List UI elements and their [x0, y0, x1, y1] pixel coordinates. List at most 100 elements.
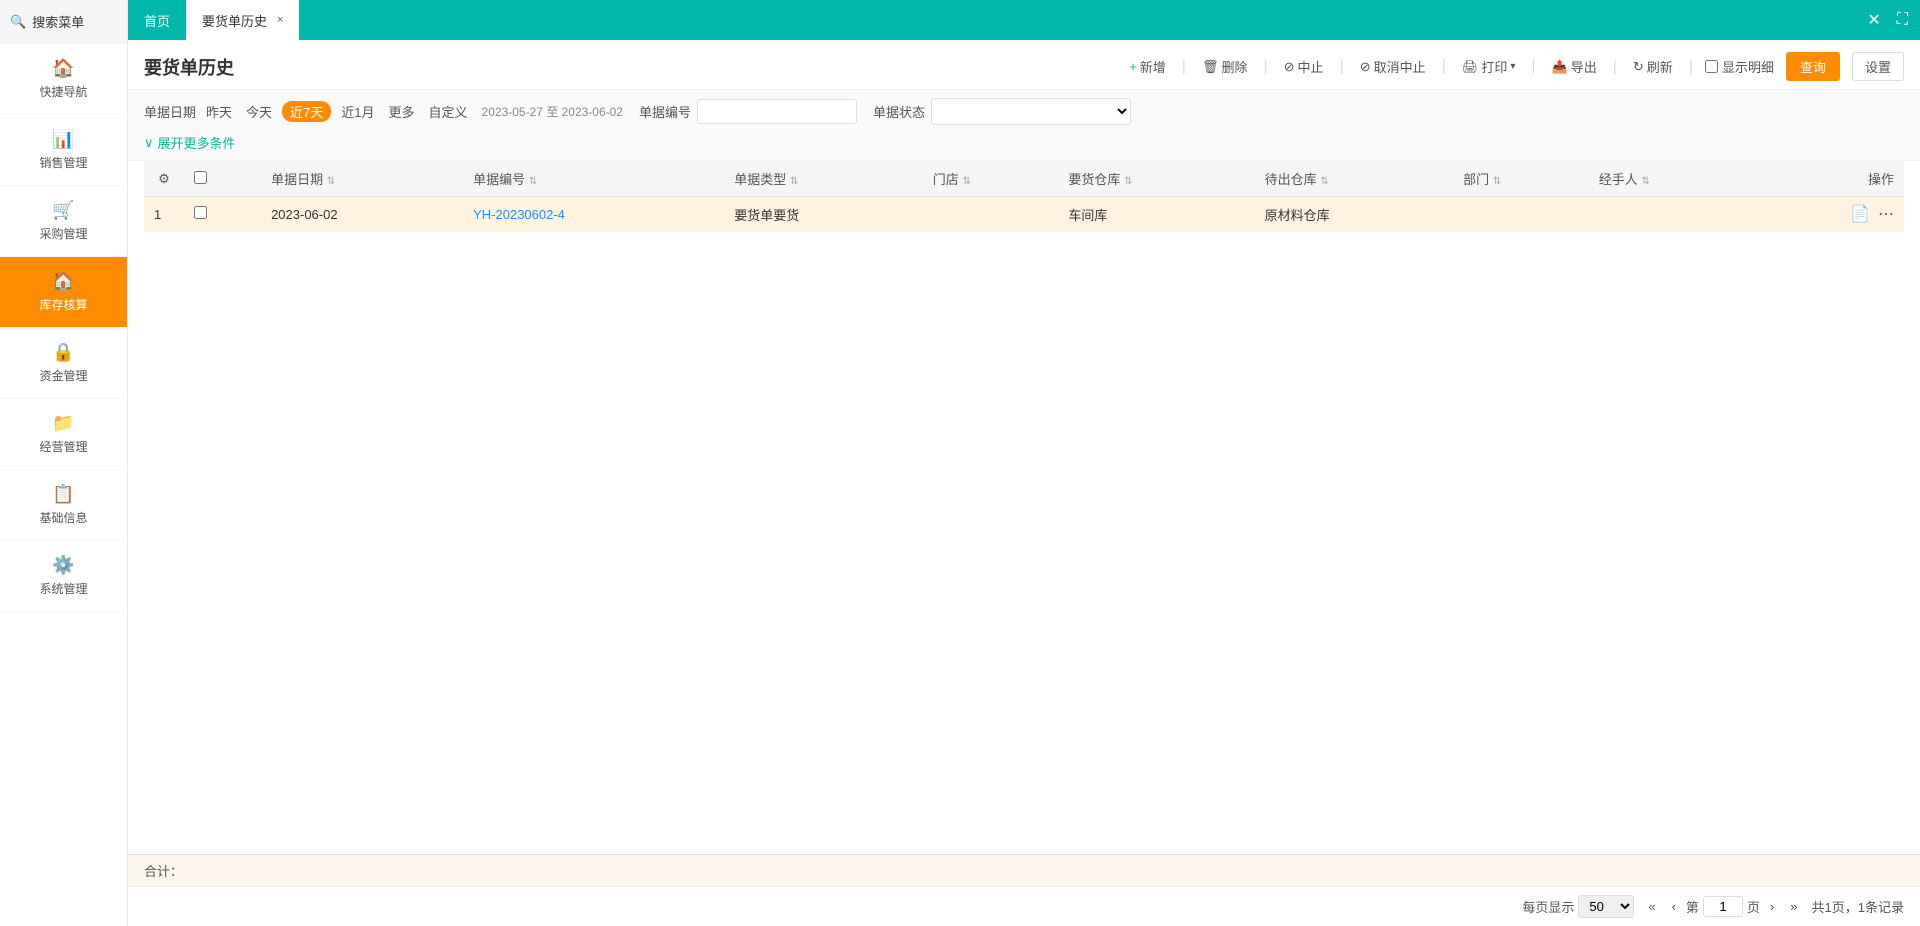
- search-icon: 🔍: [10, 14, 26, 30]
- row-select-checkbox[interactable]: [194, 206, 207, 219]
- page-navigation: « ‹ 第 页 › »: [1642, 896, 1803, 917]
- print-button[interactable]: 🖨 打印 ▾: [1458, 55, 1520, 78]
- sidebar-search[interactable]: 🔍 搜索菜单: [0, 0, 127, 44]
- bill-number-link[interactable]: YH-20230602-4: [473, 207, 565, 222]
- pending-warehouse-column-header[interactable]: 待出仓库 ⇅: [1255, 161, 1454, 197]
- bill-status-select[interactable]: [931, 98, 1131, 125]
- req-warehouse-column-header[interactable]: 要货仓库 ⇅: [1058, 161, 1254, 197]
- checkbox-column-header[interactable]: [184, 161, 261, 197]
- data-table: ⚙ 单据日期 ⇅ 单据编号 ⇅ 单据类型: [144, 161, 1904, 232]
- inventory-icon: 🏠: [52, 271, 74, 292]
- row-handler: [1589, 197, 1755, 232]
- filter-bar: 单据日期 昨天 今天 近7天 近1月 更多 自定义 2023-05-27 至 2…: [128, 89, 1920, 161]
- cancel-stop-button[interactable]: ⊘ 取消中止: [1356, 55, 1430, 78]
- settings-column-header[interactable]: ⚙: [144, 161, 184, 197]
- page-number-input[interactable]: [1703, 896, 1743, 917]
- stop-icon: ⊘: [1284, 59, 1295, 75]
- finance-icon: 🔒: [52, 342, 74, 363]
- filter-row: 单据日期 昨天 今天 近7天 近1月 更多 自定义 2023-05-27 至 2…: [144, 98, 1904, 125]
- date-column-header[interactable]: 单据日期 ⇅: [261, 161, 463, 197]
- date-option-yesterday[interactable]: 昨天: [202, 101, 236, 122]
- expand-more-button[interactable]: ∨ 展开更多条件: [144, 133, 1904, 152]
- row-req-warehouse: 车间库: [1058, 197, 1254, 232]
- tab-close-icon[interactable]: ×: [277, 14, 283, 26]
- settings-button[interactable]: 设置: [1852, 52, 1904, 81]
- date-option-today[interactable]: 今天: [242, 101, 276, 122]
- top-nav: 首页 要货单历史 × ✕ ⛶: [128, 0, 1920, 40]
- date-option-last7days[interactable]: 近7天: [282, 101, 331, 122]
- row-view-button[interactable]: 📄: [1850, 204, 1870, 224]
- cancel-stop-icon: ⊘: [1360, 59, 1371, 75]
- actions-column-header: 操作: [1755, 161, 1904, 197]
- main-area: 首页 要货单历史 × ✕ ⛶ 要货单历史 + 新增 |: [128, 0, 1920, 926]
- handler-sort-icon: ⇅: [1641, 176, 1649, 187]
- department-sort-icon: ⇅: [1493, 176, 1501, 187]
- date-option-more[interactable]: 更多: [385, 101, 419, 122]
- sidebar-item-label: 系统管理: [39, 580, 87, 597]
- date-label: 单据日期: [144, 102, 196, 121]
- sidebar-item-sales[interactable]: 📊 销售管理: [0, 115, 127, 186]
- sidebar-item-finance[interactable]: 🔒 资金管理: [0, 328, 127, 399]
- store-column-header[interactable]: 门店 ⇅: [923, 161, 1059, 197]
- date-option-last1month[interactable]: 近1月: [337, 101, 378, 122]
- bill-number-input[interactable]: [697, 99, 857, 124]
- show-detail-checkbox[interactable]: 显示明细: [1705, 57, 1774, 76]
- header-actions: + 新增 | 🗑 删除 | ⊘ 中止 | ⊘: [1125, 52, 1904, 81]
- show-detail-input[interactable]: [1705, 60, 1718, 73]
- refresh-button[interactable]: ↻ 刷新: [1629, 55, 1677, 78]
- stop-button[interactable]: ⊘ 中止: [1280, 55, 1328, 78]
- purchase-icon: 🛒: [52, 200, 74, 221]
- bill-number-label: 单据编号: [639, 102, 691, 121]
- table-row: 1 2023-06-02 YH-20230602-4 要货单要货 车间库 原材料…: [144, 197, 1904, 232]
- per-page-select[interactable]: 20 50 100: [1578, 895, 1634, 918]
- export-button[interactable]: 📤 导出: [1548, 55, 1601, 78]
- row-checkbox[interactable]: [184, 197, 261, 232]
- per-page-label: 每页显示: [1522, 897, 1574, 916]
- bill-number-filter: 单据编号: [639, 99, 857, 124]
- row-more-button[interactable]: ⋯: [1878, 204, 1894, 224]
- delete-button[interactable]: 🗑 删除: [1198, 55, 1252, 78]
- row-department: [1453, 197, 1589, 232]
- maximize-icon[interactable]: ⛶: [1893, 7, 1912, 33]
- prev-page-button[interactable]: ‹: [1666, 897, 1682, 916]
- first-page-button[interactable]: «: [1642, 897, 1661, 916]
- next-page-button[interactable]: ›: [1764, 897, 1780, 916]
- select-all-checkbox[interactable]: [194, 171, 207, 184]
- sidebar-item-quick-nav[interactable]: 🏠 快捷导航: [0, 44, 127, 115]
- department-column-header[interactable]: 部门 ⇅: [1453, 161, 1589, 197]
- pagination-bar: 每页显示 20 50 100 « ‹ 第 页 › » 共1页，1条记录: [128, 886, 1920, 926]
- type-sort-icon: ⇅: [790, 176, 798, 187]
- page-header: 要货单历史 + 新增 | 🗑 删除 | ⊘ 中止: [128, 40, 1920, 89]
- date-option-custom[interactable]: 自定义: [425, 101, 472, 122]
- date-filter: 单据日期 昨天 今天 近7天 近1月 更多 自定义 2023-05-27 至 2…: [144, 101, 623, 122]
- bill-status-label: 单据状态: [873, 102, 925, 121]
- new-button[interactable]: + 新增: [1125, 55, 1170, 78]
- row-type: 要货单要货: [724, 197, 923, 232]
- close-window-icon[interactable]: ✕: [1863, 6, 1884, 34]
- sidebar-item-label: 基础信息: [39, 509, 87, 526]
- sidebar-search-label: 搜索菜单: [32, 12, 84, 31]
- plus-icon: +: [1129, 59, 1137, 74]
- sidebar-item-system[interactable]: ⚙️ 系统管理: [0, 541, 127, 612]
- row-number[interactable]: YH-20230602-4: [463, 197, 724, 232]
- total-pages-info: 共1页，1条记录: [1812, 897, 1904, 916]
- requisition-tab-label: 要货单历史: [202, 11, 267, 30]
- query-button[interactable]: 查询: [1786, 52, 1840, 81]
- row-index: 1: [144, 197, 184, 232]
- handler-column-header[interactable]: 经手人 ⇅: [1589, 161, 1755, 197]
- sidebar-item-basic-info[interactable]: 📋 基础信息: [0, 470, 127, 541]
- req-warehouse-sort-icon: ⇅: [1124, 176, 1132, 187]
- tab-requisition-history[interactable]: 要货单历史 ×: [186, 0, 299, 40]
- home-icon: 🏠: [52, 58, 74, 79]
- sidebar-item-operations[interactable]: 📁 经营管理: [0, 399, 127, 470]
- total-label: 合计：: [144, 864, 183, 879]
- store-sort-icon: ⇅: [962, 176, 970, 187]
- show-detail-label: 显示明细: [1722, 57, 1774, 76]
- sidebar-item-purchase[interactable]: 🛒 采购管理: [0, 186, 127, 257]
- tab-home[interactable]: 首页: [128, 0, 186, 40]
- number-column-header[interactable]: 单据编号 ⇅: [463, 161, 724, 197]
- page-suffix: 页: [1747, 897, 1760, 916]
- sidebar-item-inventory[interactable]: 🏠 库存核算: [0, 257, 127, 328]
- last-page-button[interactable]: »: [1784, 897, 1803, 916]
- type-column-header[interactable]: 单据类型 ⇅: [724, 161, 923, 197]
